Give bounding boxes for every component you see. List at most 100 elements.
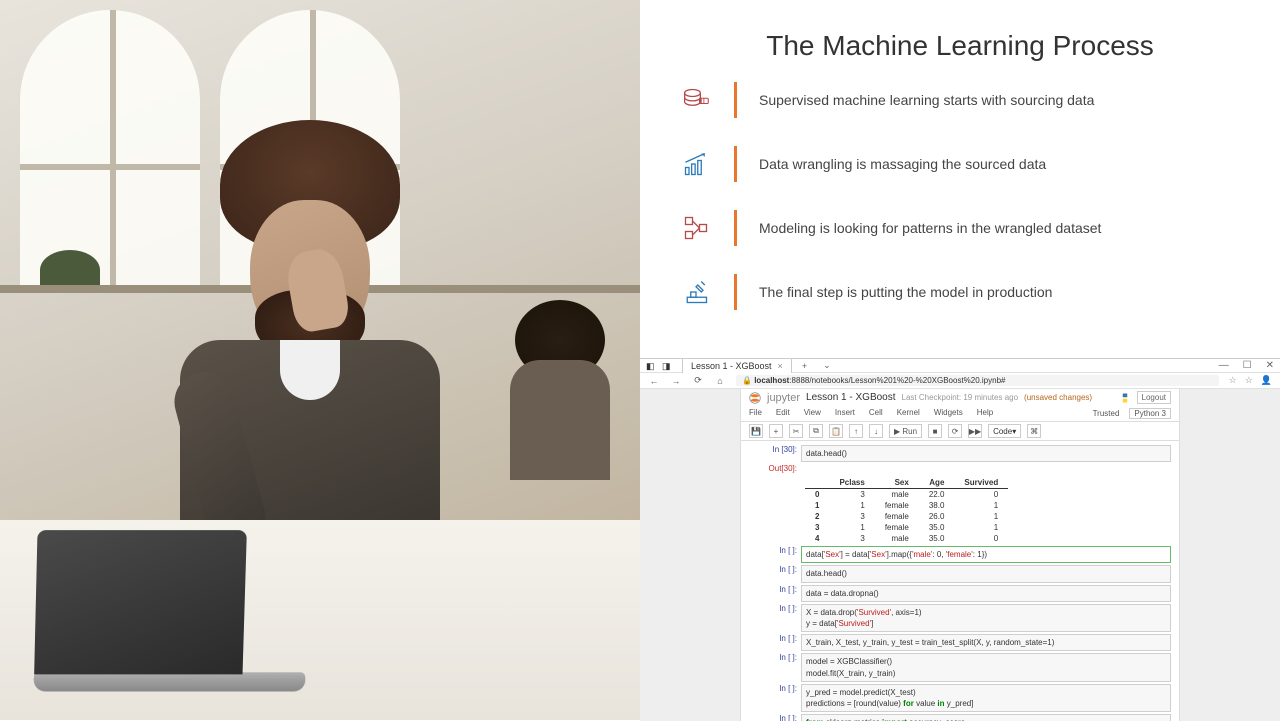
back-button[interactable]: ← — [648, 375, 660, 387]
foreground-person — [150, 120, 470, 540]
step-wrangle: Data wrangling is massaging the sourced … — [680, 146, 1240, 182]
cut-button[interactable]: ✂ — [789, 424, 803, 438]
browser-tab[interactable]: Lesson 1 - XGBoost × — [682, 358, 792, 373]
step-divider — [734, 146, 737, 182]
browser-address-bar: ← → ⟳ ⌂ 🔒 localhost:8888/notebooks/Lesso… — [640, 373, 1280, 389]
step-text: Supervised machine learning starts with … — [759, 92, 1094, 108]
code-cell[interactable]: In [30]:data.head() — [749, 445, 1171, 462]
in-prompt: In [ ]: — [749, 585, 801, 602]
close-button[interactable]: ✕ — [1266, 360, 1274, 371]
in-prompt: In [ ]: — [749, 565, 801, 582]
step-divider — [734, 82, 737, 118]
home-button[interactable]: ⌂ — [714, 375, 726, 387]
chart-up-icon — [680, 148, 712, 180]
cell-input[interactable]: data.head() — [801, 565, 1171, 582]
output-cell: Out[30]: — [749, 464, 1171, 473]
in-prompt: In [ ]: — [749, 546, 801, 563]
cell-input[interactable]: model = XGBClassifier()model.fit(X_train… — [801, 653, 1171, 681]
app-icon: ◨ — [662, 361, 672, 371]
cell-input[interactable]: X_train, X_test, y_train, y_test = train… — [801, 634, 1171, 651]
forward-button[interactable]: → — [670, 375, 682, 387]
menu-widgets[interactable]: Widgets — [934, 408, 963, 419]
menu-edit[interactable]: Edit — [776, 408, 790, 419]
in-prompt: In [30]: — [749, 445, 801, 462]
deploy-icon — [680, 276, 712, 308]
code-cell[interactable]: In [ ]:X_train, X_test, y_train, y_test … — [749, 634, 1171, 651]
code-cell[interactable]: In [ ]:X = data.drop('Survived', axis=1)… — [749, 604, 1171, 632]
menu-insert[interactable]: Insert — [835, 408, 855, 419]
code-cell[interactable]: In [ ]:data = data.dropna() — [749, 585, 1171, 602]
browser-titlebar: ◧ ◨ Lesson 1 - XGBoost × + ⌄ — ☐ ✕ — [640, 359, 1280, 373]
menu-help[interactable]: Help — [977, 408, 993, 419]
jupyter-toolbar: 💾 + ✂ ⧉ 📋 ↑ ↓ ▶ Run ■ ⟳ ▶▶ Code ▾ ⌘ — [741, 422, 1179, 441]
run-all-button[interactable]: ▶▶ — [968, 424, 982, 438]
unsaved-indicator: (unsaved changes) — [1024, 393, 1092, 402]
python-logo-icon — [1119, 392, 1131, 404]
stop-button[interactable]: ■ — [928, 424, 942, 438]
menu-kernel[interactable]: Kernel — [897, 408, 920, 419]
address-input[interactable]: 🔒 localhost:8888/notebooks/Lesson%201%20… — [736, 375, 1219, 386]
step-divider — [734, 210, 737, 246]
favorite-button[interactable]: ☆ — [1229, 375, 1237, 386]
out-prompt: Out[30]: — [749, 464, 801, 473]
code-cell[interactable]: In [ ]:data.head() — [749, 565, 1171, 582]
step-deploy: The final step is putting the model in p… — [680, 274, 1240, 310]
save-button[interactable]: 💾 — [749, 424, 763, 438]
step-source: Supervised machine learning starts with … — [680, 82, 1240, 118]
menu-view[interactable]: View — [804, 408, 821, 419]
background-person — [500, 300, 620, 480]
output-table: PclassSexAgeSurvived03male22.0011female3… — [801, 475, 1171, 546]
code-cell[interactable]: In [ ]:data['Sex'] = data['Sex'].map({'m… — [749, 546, 1171, 563]
page-title: The Machine Learning Process — [640, 0, 1280, 82]
cell-input[interactable]: X = data.drop('Survived', axis=1)y = dat… — [801, 604, 1171, 632]
menu-file[interactable]: File — [749, 408, 762, 419]
in-prompt: In [ ]: — [749, 653, 801, 681]
in-prompt: In [ ]: — [749, 604, 801, 632]
step-divider — [734, 274, 737, 310]
favorites-bar-button[interactable]: ☆ — [1245, 375, 1253, 386]
reload-button[interactable]: ⟳ — [692, 375, 704, 387]
paste-button[interactable]: 📋 — [829, 424, 843, 438]
cell-input[interactable]: y_pred = model.predict(X_test)prediction… — [801, 684, 1171, 712]
in-prompt: In [ ]: — [749, 634, 801, 651]
kernel-indicator[interactable]: Python 3 — [1129, 408, 1171, 419]
notebook-cells: In [30]:data.head() Out[30]: PclassSexAg… — [741, 441, 1179, 721]
laptop — [33, 540, 328, 691]
code-cell[interactable]: In [ ]:y_pred = model.predict(X_test)pre… — [749, 684, 1171, 712]
cell-input[interactable]: data['Sex'] = data['Sex'].map({'male': 0… — [801, 546, 1171, 563]
flow-icon — [680, 212, 712, 244]
new-tab-button[interactable]: + — [796, 361, 813, 371]
jupyter-page: jupyter Lesson 1 - XGBoost Last Checkpoi… — [640, 389, 1280, 721]
cell-input[interactable]: data = data.dropna() — [801, 585, 1171, 602]
code-cell[interactable]: In [ ]:model = XGBClassifier()model.fit(… — [749, 653, 1171, 681]
step-text: The final step is putting the model in p… — [759, 284, 1052, 300]
cell-type-select[interactable]: Code ▾ — [988, 424, 1021, 438]
step-text: Data wrangling is massaging the sourced … — [759, 156, 1046, 172]
trusted-indicator: Trusted — [1093, 409, 1120, 418]
checkpoint-time: Last Checkpoint: 19 minutes ago — [902, 393, 1019, 402]
menu-cell[interactable]: Cell — [869, 408, 883, 419]
tab-title: Lesson 1 - XGBoost — [691, 361, 772, 371]
close-icon[interactable]: × — [778, 361, 783, 371]
in-prompt: In [ ]: — [749, 684, 801, 712]
tab-menu-button[interactable]: ⌄ — [817, 360, 837, 371]
cell-input[interactable]: data.head() — [801, 445, 1171, 462]
browser-window: ◧ ◨ Lesson 1 - XGBoost × + ⌄ — ☐ ✕ ← → ⟳ … — [640, 358, 1280, 720]
move-up-button[interactable]: ↑ — [849, 424, 863, 438]
add-cell-button[interactable]: + — [769, 424, 783, 438]
move-down-button[interactable]: ↓ — [869, 424, 883, 438]
copy-button[interactable]: ⧉ — [809, 424, 823, 438]
minimize-button[interactable]: — — [1219, 360, 1229, 371]
jupyter-header: jupyter Lesson 1 - XGBoost Last Checkpoi… — [741, 389, 1179, 406]
run-button[interactable]: ▶ Run — [889, 424, 922, 438]
restart-button[interactable]: ⟳ — [948, 424, 962, 438]
notebook-title[interactable]: Lesson 1 - XGBoost — [806, 392, 896, 403]
command-palette-button[interactable]: ⌘ — [1027, 424, 1041, 438]
profile-button[interactable]: 👤 — [1261, 375, 1272, 386]
jupyter-brand: jupyter — [767, 392, 800, 404]
logout-button[interactable]: Logout — [1137, 391, 1171, 404]
step-text: Modeling is looking for patterns in the … — [759, 220, 1101, 236]
step-model: Modeling is looking for patterns in the … — [680, 210, 1240, 246]
maximize-button[interactable]: ☐ — [1243, 360, 1252, 371]
app-icon: ◧ — [646, 361, 656, 371]
